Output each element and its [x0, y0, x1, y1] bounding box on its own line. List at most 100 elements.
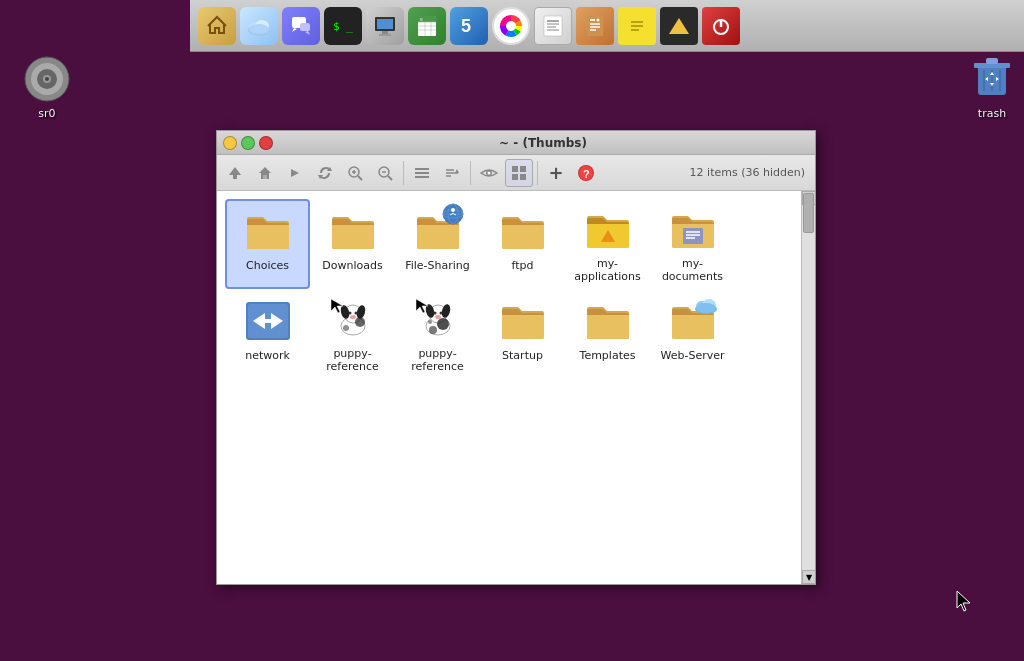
- refresh-button[interactable]: [311, 159, 339, 187]
- file-item-downloads[interactable]: Downloads: [310, 199, 395, 289]
- svg-marker-123: [957, 591, 970, 611]
- svg-rect-24: [544, 16, 562, 36]
- folder-file-sharing-icon: [414, 207, 462, 255]
- file-item-web-server[interactable]: Web-Server: [650, 289, 735, 379]
- svg-point-75: [488, 171, 491, 174]
- taskbar-text-icon[interactable]: [534, 7, 572, 45]
- file-item-choices[interactable]: Choices: [225, 199, 310, 289]
- folder-choices-icon: [244, 207, 292, 255]
- network-label: network: [245, 349, 290, 362]
- scrollbar-down-arrow[interactable]: ▼: [802, 570, 815, 584]
- taskbar-info-icon[interactable]: [576, 7, 614, 45]
- folder-my-applications-icon: [584, 207, 632, 253]
- taskbar: $ _ ≡ 5: [190, 0, 1024, 52]
- svg-text:≡: ≡: [420, 15, 423, 21]
- downloads-label: Downloads: [322, 259, 382, 272]
- help-button[interactable]: ?: [572, 159, 600, 187]
- mouse-cursor: [956, 590, 972, 616]
- window-minimize-btn[interactable]: [223, 136, 237, 150]
- up-button[interactable]: [221, 159, 249, 187]
- svg-point-87: [451, 208, 455, 212]
- svg-text:?: ?: [583, 167, 590, 179]
- scrollbar-thumb[interactable]: [803, 193, 814, 233]
- folder-network-icon: [244, 297, 292, 345]
- svg-rect-49: [986, 58, 998, 64]
- folder-my-documents-icon: [669, 207, 717, 253]
- file-item-my-applications[interactable]: my-applications: [565, 199, 650, 289]
- folder-web-server-icon: [669, 297, 717, 345]
- ftpd-label: ftpd: [512, 259, 534, 272]
- taskbar-cloud-icon[interactable]: [240, 7, 278, 45]
- file-item-puppy-reference[interactable]: puppy-reference: [310, 289, 395, 379]
- taskbar-power-icon[interactable]: [702, 7, 740, 45]
- svg-marker-73: [455, 169, 459, 173]
- svg-marker-57: [291, 169, 299, 177]
- svg-point-23: [506, 21, 516, 31]
- zoom-out-button[interactable]: [371, 159, 399, 187]
- svg-point-117: [429, 326, 437, 334]
- file-area: Choices Downloads: [217, 191, 815, 584]
- taskbar-color-icon[interactable]: [492, 7, 530, 45]
- taskbar-5-icon[interactable]: 5: [450, 7, 488, 45]
- svg-rect-79: [520, 174, 526, 180]
- desktop-icon-sr0[interactable]: sr0: [12, 55, 82, 120]
- new-button[interactable]: +: [542, 159, 570, 187]
- svg-point-105: [350, 315, 356, 319]
- svg-rect-11: [382, 31, 388, 34]
- svg-text:5: 5: [461, 16, 471, 36]
- window-close-btn[interactable]: [259, 136, 273, 150]
- thumbnail-view-button[interactable]: [505, 159, 533, 187]
- file-item-ftpd[interactable]: ftpd: [480, 199, 565, 289]
- trash-label: trash: [978, 107, 1006, 120]
- sr0-label: sr0: [38, 107, 55, 120]
- taskbar-terminal-icon[interactable]: $ _: [324, 7, 362, 45]
- list-view-button[interactable]: [408, 159, 436, 187]
- folder-templates-icon: [584, 297, 632, 345]
- file-item-network[interactable]: network: [225, 289, 310, 379]
- web-server-label: Web-Server: [660, 349, 724, 362]
- file-item-spot[interactable]: puppy- reference: [395, 289, 480, 379]
- home-button[interactable]: [251, 159, 279, 187]
- window-content: Choices Downloads: [217, 191, 815, 584]
- my-applications-label: my-applications: [571, 257, 644, 283]
- taskbar-chat-icon[interactable]: [282, 7, 320, 45]
- separator-3: [537, 161, 538, 185]
- disc-icon: [23, 55, 71, 103]
- svg-point-116: [437, 318, 449, 330]
- forward-button[interactable]: [281, 159, 309, 187]
- desktop-icon-trash[interactable]: trash: [957, 55, 1024, 120]
- taskbar-design-icon[interactable]: [660, 7, 698, 45]
- file-manager-window: ~ - (Thumbs): [216, 130, 816, 585]
- svg-rect-6: [300, 23, 310, 31]
- svg-rect-89: [683, 228, 703, 244]
- file-item-my-documents[interactable]: my-documents: [650, 199, 735, 289]
- file-item-startup[interactable]: Startup: [480, 289, 565, 379]
- svg-marker-5: [292, 28, 297, 32]
- svg-point-113: [433, 311, 436, 314]
- taskbar-computer-icon[interactable]: [366, 7, 404, 45]
- puppy-reference-label: puppy-reference: [326, 347, 379, 373]
- window-title: ~ - (Thumbs): [277, 136, 809, 150]
- svg-point-3: [249, 24, 269, 34]
- folder-downloads-icon: [329, 207, 377, 255]
- hidden-files-button[interactable]: [475, 159, 503, 187]
- svg-point-106: [355, 317, 365, 327]
- file-item-templates[interactable]: Templates: [565, 289, 650, 379]
- taskbar-spreadsheet-icon[interactable]: ≡: [408, 7, 446, 45]
- file-item-file-sharing[interactable]: File-Sharing: [395, 199, 480, 289]
- taskbar-notes-icon[interactable]: [618, 7, 656, 45]
- file-sharing-label: File-Sharing: [405, 259, 470, 272]
- svg-line-65: [388, 176, 392, 180]
- zoom-in-button[interactable]: [341, 159, 369, 187]
- svg-point-107: [343, 325, 349, 331]
- window-maximize-btn[interactable]: [241, 136, 255, 150]
- folder-ftpd-icon: [499, 207, 547, 255]
- item-count: 12 items (36 hidden): [690, 166, 811, 179]
- svg-rect-54: [233, 175, 237, 179]
- templates-label: Templates: [580, 349, 636, 362]
- sort-button[interactable]: [438, 159, 466, 187]
- taskbar-home-icon[interactable]: [198, 7, 236, 45]
- startup-label: Startup: [502, 349, 543, 362]
- svg-marker-98: [331, 299, 343, 313]
- scrollbar[interactable]: ▲ ▼: [801, 191, 815, 584]
